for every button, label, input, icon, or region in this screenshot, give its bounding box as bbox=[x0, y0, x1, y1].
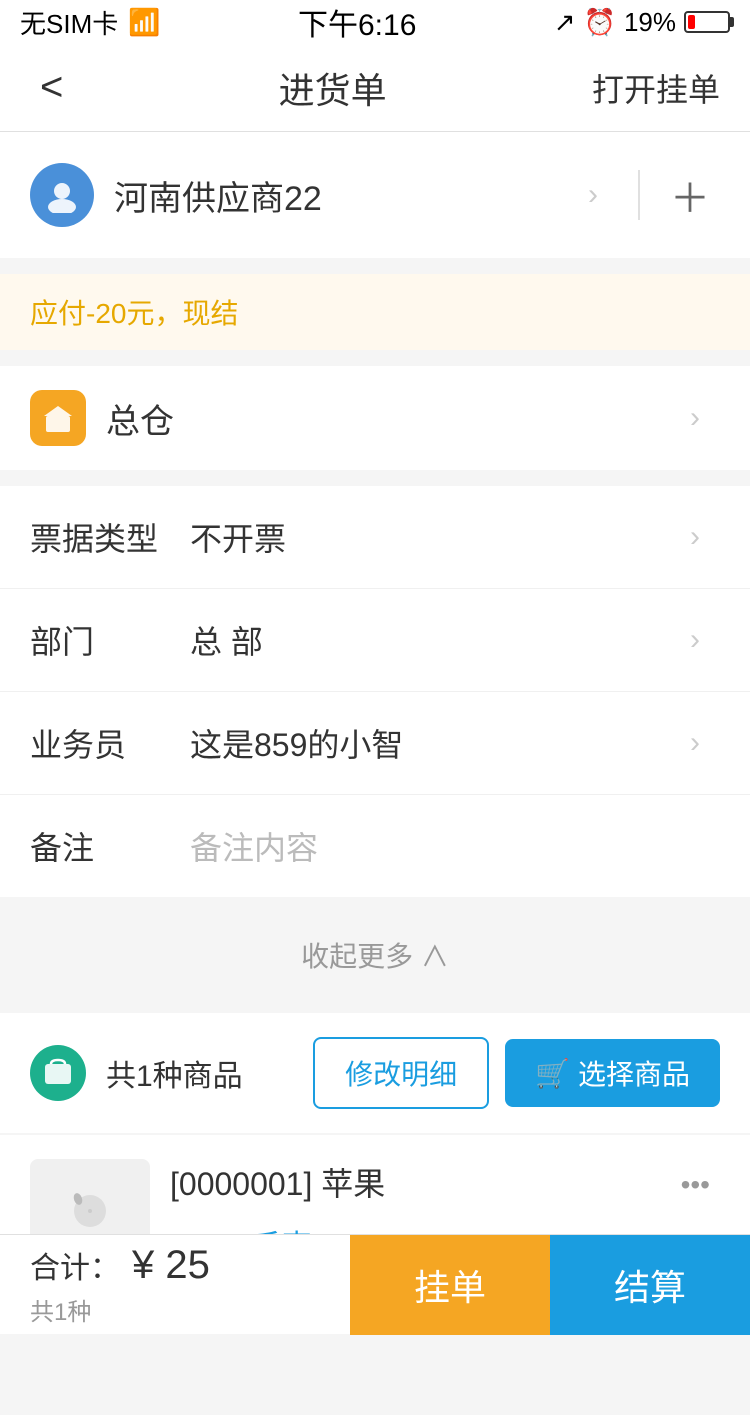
nav-bar: < 进货单 打开挂单 bbox=[0, 44, 750, 132]
bottom-bar: 合计： ¥ 25 共1种 挂单 结算 bbox=[0, 1234, 750, 1334]
dept-label: 部门 bbox=[30, 617, 190, 663]
page-title: 进货单 bbox=[279, 62, 387, 114]
open-pending-button[interactable]: 打开挂单 bbox=[592, 65, 720, 111]
products-count: 共1种商品 bbox=[106, 1051, 313, 1095]
dept-value: 总 部 bbox=[190, 617, 690, 663]
total-amount: ¥ 25 bbox=[132, 1243, 210, 1288]
battery-fill bbox=[688, 15, 695, 29]
supplier-chevron-icon: › bbox=[588, 178, 598, 212]
total-count: 共1种 bbox=[30, 1292, 320, 1327]
fields-section: 票据类型 不开票 › 部门 总 部 › 业务员 这是859的小智 › 备注 备注… bbox=[0, 486, 750, 897]
supplier-avatar bbox=[30, 163, 94, 227]
remark-label: 备注 bbox=[30, 823, 190, 869]
total-label: 合计： ¥ 25 bbox=[30, 1243, 320, 1288]
cart-icon: 🛒 bbox=[535, 1057, 570, 1090]
warehouse-chevron-icon: › bbox=[690, 401, 700, 435]
status-right: ↗ ⏰ 19% bbox=[554, 7, 730, 38]
salesperson-chevron-icon: › bbox=[690, 726, 700, 760]
status-bar: 无SIM卡 📶 下午6:16 ↗ ⏰ 19% bbox=[0, 0, 750, 44]
invoice-chevron-icon: › bbox=[690, 520, 700, 554]
carrier-text: 无SIM卡 bbox=[20, 4, 118, 41]
invoice-label: 票据类型 bbox=[30, 514, 190, 560]
warehouse-icon bbox=[30, 390, 86, 446]
invoice-value: 不开票 bbox=[190, 514, 690, 560]
wifi-icon: 📶 bbox=[128, 7, 160, 38]
invoice-row[interactable]: 票据类型 不开票 › bbox=[0, 486, 750, 589]
supplier-section: 河南供应商22 › ＋ bbox=[0, 132, 750, 258]
dept-row[interactable]: 部门 总 部 › bbox=[0, 589, 750, 692]
hang-button[interactable]: 挂单 bbox=[350, 1235, 550, 1335]
warehouse-section[interactable]: 总仓 › bbox=[0, 366, 750, 470]
product-name: [0000001] 苹果 bbox=[170, 1159, 671, 1205]
battery-icon bbox=[684, 11, 730, 33]
warehouse-name: 总仓 bbox=[106, 394, 690, 443]
location-icon: ↗ bbox=[554, 7, 576, 38]
remark-row[interactable]: 备注 备注内容 bbox=[0, 795, 750, 897]
battery-percent: 19% bbox=[624, 7, 676, 38]
products-icon bbox=[30, 1045, 86, 1101]
product-title: 苹果 bbox=[321, 1166, 385, 1202]
supplier-name: 河南供应商22 bbox=[114, 171, 588, 220]
supplier-divider bbox=[638, 170, 640, 220]
salesperson-row[interactable]: 业务员 这是859的小智 › bbox=[0, 692, 750, 795]
checkout-button[interactable]: 结算 bbox=[550, 1235, 750, 1335]
select-product-button[interactable]: 🛒 选择商品 bbox=[505, 1039, 720, 1107]
salesperson-label: 业务员 bbox=[30, 720, 190, 766]
status-left: 无SIM卡 📶 bbox=[20, 4, 161, 41]
back-button[interactable]: < bbox=[30, 55, 73, 120]
total-text: 合计： bbox=[30, 1243, 120, 1287]
select-product-label: 选择商品 bbox=[578, 1053, 690, 1093]
total-section: 合计： ¥ 25 共1种 bbox=[0, 1243, 350, 1327]
status-time: 下午6:16 bbox=[298, 0, 416, 44]
collapse-bar[interactable]: 收起更多 ∧ bbox=[0, 913, 750, 997]
alarm-icon: ⏰ bbox=[584, 7, 616, 38]
products-header: 共1种商品 修改明细 🛒 选择商品 bbox=[0, 1013, 750, 1133]
add-supplier-button[interactable]: ＋ bbox=[660, 156, 720, 234]
edit-detail-button[interactable]: 修改明细 bbox=[313, 1037, 489, 1109]
salesperson-value: 这是859的小智 bbox=[190, 720, 690, 766]
supplier-row[interactable]: 河南供应商22 › ＋ bbox=[0, 132, 750, 258]
remark-input[interactable]: 备注内容 bbox=[190, 823, 720, 869]
dept-chevron-icon: › bbox=[690, 623, 700, 657]
product-more-button[interactable]: ••• bbox=[671, 1159, 720, 1211]
product-code: [0000001] bbox=[170, 1166, 312, 1202]
notice-bar: 应付-20元，现结 bbox=[0, 274, 750, 350]
